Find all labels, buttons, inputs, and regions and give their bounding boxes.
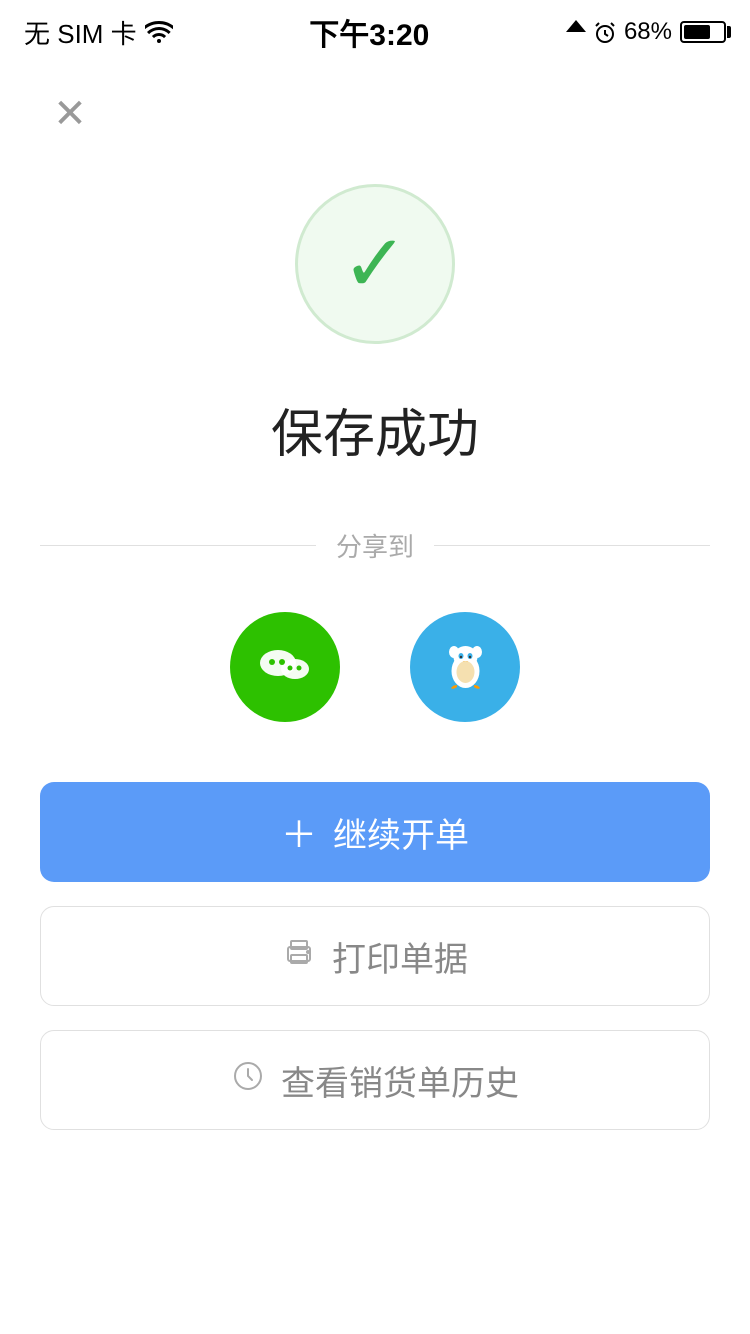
history-button[interactable]: 查看销货单历史 — [40, 1030, 710, 1130]
status-left: 无 SIM 卡 — [24, 14, 173, 51]
continue-button[interactable]: ＋ 继续开单 — [40, 782, 710, 882]
divider-left — [40, 545, 316, 546]
share-icons — [40, 612, 710, 722]
share-divider: 分享到 — [40, 527, 710, 564]
battery-fill — [684, 25, 710, 39]
success-circle: ✓ — [295, 184, 455, 344]
main-content: ✕ ✓ 保存成功 分享到 — [0, 64, 750, 1170]
printer-icon — [282, 935, 316, 977]
continue-button-label: 继续开单 — [333, 808, 469, 857]
location-icon — [566, 20, 586, 44]
share-label: 分享到 — [336, 527, 414, 564]
clock-icon — [231, 1059, 265, 1101]
qq-share-button[interactable] — [410, 612, 520, 722]
alarm-icon — [594, 20, 616, 44]
status-time: 下午3:20 — [309, 10, 429, 54]
wifi-icon — [145, 21, 173, 43]
divider-right — [434, 545, 710, 546]
qq-icon — [433, 635, 498, 700]
print-button[interactable]: 打印单据 — [40, 906, 710, 1006]
close-icon: ✕ — [53, 94, 87, 134]
plus-icon: ＋ — [281, 806, 317, 858]
status-right: 68% — [566, 18, 726, 46]
battery-icon — [680, 21, 726, 43]
success-title: 保存成功 — [271, 392, 479, 467]
wechat-icon — [253, 635, 318, 700]
action-buttons: ＋ 继续开单 打印单据 查看销货单历史 — [40, 782, 710, 1130]
status-bar: 无 SIM 卡 下午3:20 68% — [0, 0, 750, 64]
close-button[interactable]: ✕ — [40, 84, 100, 144]
battery-percent: 68% — [624, 18, 672, 46]
share-section: 分享到 — [40, 527, 710, 722]
wechat-share-button[interactable] — [230, 612, 340, 722]
print-button-label: 打印单据 — [332, 932, 468, 981]
history-button-label: 查看销货单历史 — [281, 1056, 519, 1105]
sim-status: 无 SIM 卡 — [24, 14, 137, 51]
checkmark-icon: ✓ — [341, 224, 408, 304]
